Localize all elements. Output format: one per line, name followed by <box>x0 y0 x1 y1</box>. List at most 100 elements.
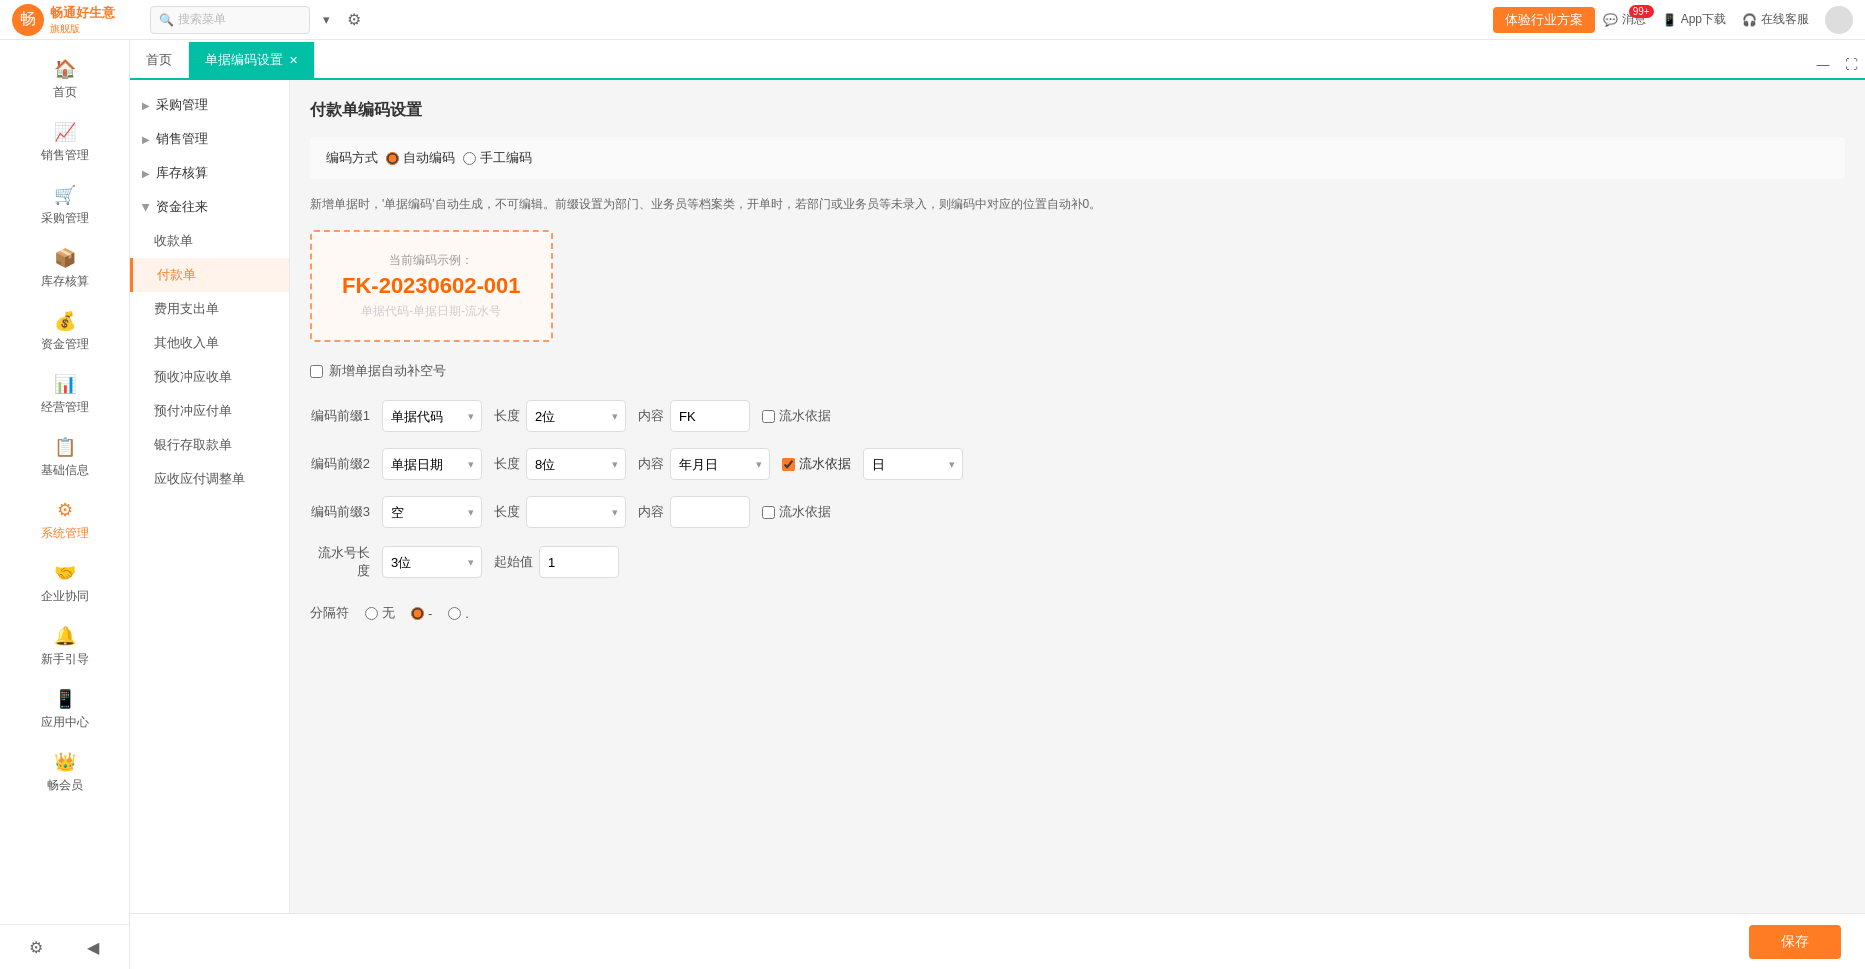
trial-button[interactable]: 体验行业方案 <box>1493 7 1595 33</box>
separator-row: 分隔符 无 - . <box>310 604 1845 622</box>
sep-none-radio[interactable] <box>365 607 378 620</box>
sidebar-item-base[interactable]: 📋 基础信息 <box>0 426 129 489</box>
menu-item-pre-receive[interactable]: 预收冲应收单 <box>130 360 289 394</box>
sidebar-item-home[interactable]: 🏠 首页 <box>0 48 129 111</box>
sidebar-label-purchase: 采购管理 <box>41 210 89 227</box>
prefix2-select[interactable]: 单据日期 部门 业务员 自定义 <box>382 448 482 480</box>
message-button[interactable]: 💬 消息 99+ <box>1603 11 1646 28</box>
sidebar-item-guide[interactable]: 🔔 新手引导 <box>0 615 129 678</box>
start-value-input[interactable] <box>539 546 619 578</box>
save-button[interactable]: 保存 <box>1749 925 1841 959</box>
service-button[interactable]: 🎧 在线客服 <box>1742 11 1809 28</box>
encoding-method-label: 编码方式 <box>326 149 378 167</box>
sep-dot-radio[interactable] <box>448 607 461 620</box>
form-row-serial: 流水号长度 3位 4位 5位 起始值 <box>310 544 1845 580</box>
sep-dash-label: - <box>428 606 432 621</box>
auto-fill-label: 新增单据自动补空号 <box>329 362 446 380</box>
auto-fill-checkbox[interactable] <box>310 365 323 378</box>
length2-field: 长度 8位 6位 4位 <box>494 448 626 480</box>
sep-dot-label: . <box>465 606 469 621</box>
manual-code-radio[interactable] <box>463 152 476 165</box>
menu-item-other-income[interactable]: 其他收入单 <box>130 326 289 360</box>
tab-encoding[interactable]: 单据编码设置 ✕ <box>189 42 315 78</box>
menu-item-receipt[interactable]: 收款单 <box>130 224 289 258</box>
flow1-check[interactable] <box>762 410 775 423</box>
length1-field: 长度 2位 3位 4位 <box>494 400 626 432</box>
sales-icon: 📈 <box>54 121 76 143</box>
tab-minimize-icon[interactable]: — <box>1809 50 1837 78</box>
menu-item-pre-pay[interactable]: 预付冲应付单 <box>130 394 289 428</box>
sidebar-label-collab: 企业协同 <box>41 588 89 605</box>
sep-dot-option[interactable]: . <box>448 606 469 621</box>
prefix1-select-wrapper: 单据代码 部门 业务员 自定义 <box>382 400 482 432</box>
search-icon: 🔍 <box>159 13 174 27</box>
length2-select[interactable]: 8位 6位 4位 <box>526 448 626 480</box>
menu-group-purchase: ▶ 采购管理 <box>130 88 289 122</box>
sidebar-item-collab[interactable]: 🤝 企业协同 <box>0 552 129 615</box>
length3-select[interactable] <box>526 496 626 528</box>
menu-item-expense[interactable]: 费用支出单 <box>130 292 289 326</box>
sidebar-item-purchase[interactable]: 🛒 采购管理 <box>0 174 129 237</box>
content2-select[interactable]: 年月日 年月 年 <box>670 448 770 480</box>
menu-item-adjust[interactable]: 应收应付调整单 <box>130 462 289 496</box>
flow2-unit-select[interactable]: 日 月 年 <box>863 448 963 480</box>
right-content: 首页 单据编码设置 ✕ — ⛶ ▶ 采购管理 <box>130 40 1865 969</box>
sidebar-item-system[interactable]: ⚙ 系统管理 <box>0 489 129 552</box>
menu-arrow-inventory: ▶ <box>142 168 150 179</box>
content2-select-wrapper: 年月日 年月 年 <box>670 448 770 480</box>
menu-group-purchase-title[interactable]: ▶ 采购管理 <box>130 88 289 122</box>
sidebar-item-sales[interactable]: 📈 销售管理 <box>0 111 129 174</box>
search-input[interactable]: 🔍 搜索菜单 <box>150 6 310 34</box>
tab-home[interactable]: 首页 <box>130 42 189 78</box>
sidebar-item-vip[interactable]: 👑 畅会员 <box>0 741 129 804</box>
logo-icon: 畅 <box>12 4 44 36</box>
content3-input[interactable] <box>670 496 750 528</box>
menu-group-sales-title[interactable]: ▶ 销售管理 <box>130 122 289 156</box>
separator-options: 无 - . <box>365 604 469 622</box>
serial-length-select[interactable]: 3位 4位 5位 <box>382 546 482 578</box>
sidebar-item-inventory[interactable]: 📦 库存核算 <box>0 237 129 300</box>
content1-label: 内容 <box>638 407 664 425</box>
length1-select-wrapper: 2位 3位 4位 <box>526 400 626 432</box>
flow1-checkbox: 流水依据 <box>762 407 831 425</box>
menu-arrow-capital: ▶ <box>141 203 152 211</box>
logo-text: 畅通好生意 旗舰版 <box>50 4 115 36</box>
search-placeholder: 搜索菜单 <box>178 11 226 28</box>
menu-group-capital-title[interactable]: ▶ 资金往来 <box>130 190 289 224</box>
sidebar-item-apps[interactable]: 📱 应用中心 <box>0 678 129 741</box>
content1-input[interactable] <box>670 400 750 432</box>
sidebar-item-finance[interactable]: 💰 资金管理 <box>0 300 129 363</box>
auto-code-radio[interactable] <box>386 152 399 165</box>
tab-expand-icon[interactable]: ⛶ <box>1837 50 1865 78</box>
avatar[interactable] <box>1825 6 1853 34</box>
dropdown-icon[interactable]: ▾ <box>314 8 338 32</box>
content2-label: 内容 <box>638 455 664 473</box>
sep-dash-radio[interactable] <box>411 607 424 620</box>
topbar-right: 💬 消息 99+ 📱 App下载 🎧 在线客服 <box>1603 6 1853 34</box>
sidebar-item-operations[interactable]: 📊 经营管理 <box>0 363 129 426</box>
prefix3-select-wrapper: 空 单据代码 部门 业务员 <box>382 496 482 528</box>
collapse-icon[interactable]: ◀ <box>79 933 107 961</box>
panel-title: 付款单编码设置 <box>310 100 1845 121</box>
length1-select[interactable]: 2位 3位 4位 <box>526 400 626 432</box>
gear-icon[interactable]: ⚙ <box>342 8 366 32</box>
base-icon: 📋 <box>54 436 76 458</box>
logo-main: 畅通好生意 <box>50 4 115 22</box>
settings-bottom-icon[interactable]: ⚙ <box>22 933 50 961</box>
tab-encoding-close[interactable]: ✕ <box>289 54 298 67</box>
menu-group-inventory-title[interactable]: ▶ 库存核算 <box>130 156 289 190</box>
flow3-check[interactable] <box>762 506 775 519</box>
app-download-button[interactable]: 📱 App下载 <box>1662 11 1726 28</box>
sep-none-option[interactable]: 无 <box>365 604 395 622</box>
menu-item-bank[interactable]: 银行存取款单 <box>130 428 289 462</box>
prefix1-select[interactable]: 单据代码 部门 业务员 自定义 <box>382 400 482 432</box>
logo: 畅 畅通好生意 旗舰版 <box>12 4 142 36</box>
menu-item-payment[interactable]: 付款单 <box>130 258 289 292</box>
flow2-check[interactable] <box>782 458 795 471</box>
prefix3-select[interactable]: 空 单据代码 部门 业务员 <box>382 496 482 528</box>
length3-label: 长度 <box>494 503 520 521</box>
auto-code-option[interactable]: 自动编码 <box>386 149 455 167</box>
content3-field: 内容 <box>638 496 750 528</box>
sep-dash-option[interactable]: - <box>411 606 432 621</box>
manual-code-option[interactable]: 手工编码 <box>463 149 532 167</box>
